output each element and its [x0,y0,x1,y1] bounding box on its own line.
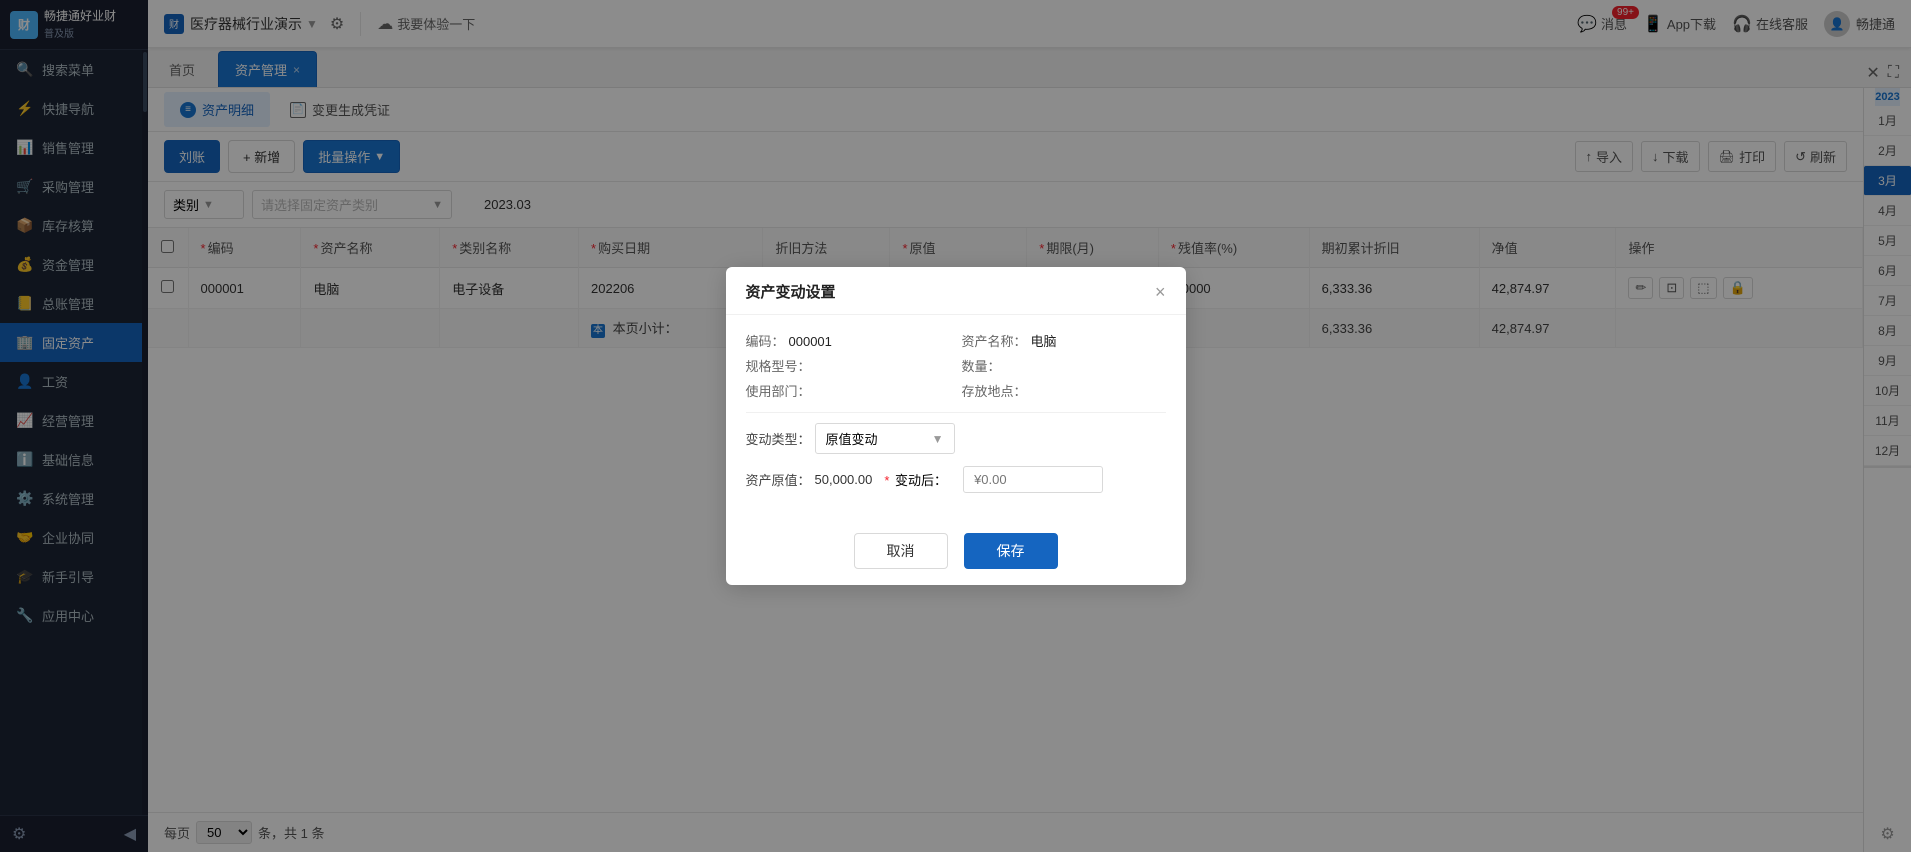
modal-change-type-row: 变动类型： 原值变动 ▼ [746,423,1166,454]
modal-required-star: * 变动后： [884,470,947,489]
modal-asset-value-row: 资产原值： 50,000.00 * 变动后： [746,466,1166,493]
modal-code-value: 000001 [789,334,832,349]
modal-spec-label: 规格型号： [746,356,811,375]
modal-location-item: 存放地点： [962,381,1166,400]
modal-qty-label: 数量： [962,356,1001,375]
modal-required-icon: * [884,473,889,488]
modal-header: 资产变动设置 × [726,267,1186,315]
modal-code-label: 编码： [746,331,785,350]
modal-change-type-select[interactable]: 原值变动 ▼ [815,423,955,454]
modal-asset-value-label: 资产原值： [746,470,811,489]
modal-name-value: 电脑 [1031,331,1057,350]
modal-spec-item: 规格型号： [746,356,950,375]
modal-asset-value: 50,000.00 [815,472,873,487]
modal-save-label: 保存 [997,543,1025,559]
modal-after-change-label: 变动后： [895,473,947,488]
modal-overlay: 资产变动设置 × 编码： 000001 资产名称： 电脑 规格型号： 数量： [0,0,1911,852]
modal-cancel-label: 取消 [887,543,915,559]
asset-change-modal: 资产变动设置 × 编码： 000001 资产名称： 电脑 规格型号： 数量： [726,267,1186,585]
modal-close-btn[interactable]: × [1155,283,1166,301]
modal-body: 编码： 000001 资产名称： 电脑 规格型号： 数量： 使用部门： [726,315,1186,521]
modal-change-type-value: 原值变动 [826,429,878,448]
modal-cancel-btn[interactable]: 取消 [854,533,948,569]
modal-change-type-arrow-icon: ▼ [932,432,944,446]
modal-title: 资产变动设置 [746,281,836,302]
modal-name-label: 资产名称： [962,331,1027,350]
modal-info-grid: 编码： 000001 资产名称： 电脑 规格型号： 数量： 使用部门： [746,331,1166,400]
modal-dept-item: 使用部门： [746,381,950,400]
modal-location-label: 存放地点： [962,381,1027,400]
modal-dept-label: 使用部门： [746,381,811,400]
modal-name-item: 资产名称： 电脑 [962,331,1166,350]
modal-save-btn[interactable]: 保存 [964,533,1058,569]
modal-divider [746,412,1166,413]
modal-code-item: 编码： 000001 [746,331,950,350]
modal-after-change-input[interactable] [963,466,1103,493]
modal-change-type-label: 变动类型： [746,429,811,448]
modal-footer: 取消 保存 [726,521,1186,585]
modal-qty-item: 数量： [962,356,1166,375]
